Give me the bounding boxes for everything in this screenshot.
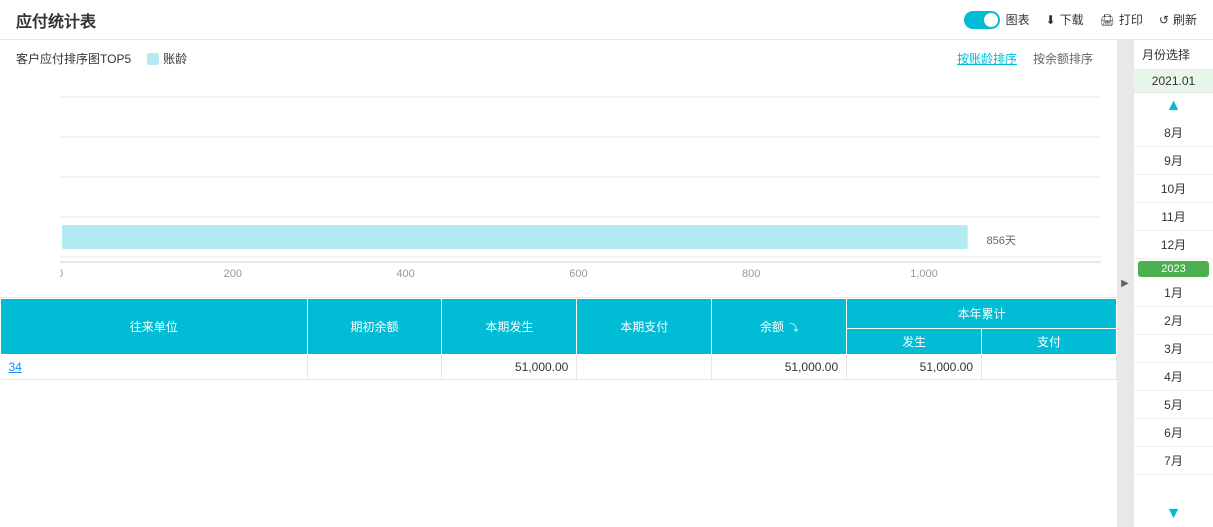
bar-chart-svg: 34 856天 0 200 400 600 800 (60, 77, 1101, 297)
toggle-thumb (984, 13, 998, 27)
month-item-3[interactable]: 3月 (1134, 335, 1213, 363)
month-item-9[interactable]: 9月 (1134, 147, 1213, 175)
svg-text:200: 200 (224, 268, 242, 280)
cell-unit: 34 (1, 355, 308, 380)
sort-by-amount-button[interactable]: 按余额排序 (1025, 48, 1101, 69)
page-title: 应付统计表 (16, 8, 96, 32)
year-label-2023: 2023 (1138, 261, 1209, 277)
legend-dot (147, 53, 159, 65)
sidebar-up-button[interactable]: ▲ (1134, 93, 1213, 119)
chart-label: 图表 (1006, 11, 1030, 28)
table-row: 34 51,000.00 51,000.00 51,000.00 (1, 355, 1117, 380)
bar-rect (62, 225, 968, 249)
download-icon: ⬇ (1046, 13, 1056, 27)
data-table: 往来单位 期初余额 本期发生 本期支付 余额 ⤵ 本年累计 (0, 298, 1117, 380)
chevron-up-icon: ▲ (1166, 97, 1182, 115)
right-sidebar: 月份选择 2021.01 ▲ 8月 9月 10月 11月 12月 2023 1月… (1133, 40, 1213, 527)
svg-text:400: 400 (396, 268, 414, 280)
app-header: 应付统计表 图表 ⬇ 下载 🖨 打印 ↺ 刷新 (0, 0, 1213, 40)
col-opening: 期初余额 (307, 299, 442, 355)
table-body: 34 51,000.00 51,000.00 51,000.00 (1, 355, 1117, 380)
col-occur: 本期发生 (442, 299, 577, 355)
month-item-11[interactable]: 11月 (1134, 203, 1213, 231)
cell-opening (307, 355, 442, 380)
sidebar-current-value[interactable]: 2021.01 (1134, 70, 1213, 93)
print-label: 打印 (1119, 11, 1143, 28)
table-wrapper: 往来单位 期初余额 本期发生 本期支付 余额 ⤵ 本年累计 (0, 298, 1117, 380)
unit-link[interactable]: 34 (9, 360, 22, 374)
cell-occur: 51,000.00 (442, 355, 577, 380)
cell-ytd-pay (982, 355, 1117, 380)
print-button[interactable]: 🖨 打印 (1100, 11, 1143, 28)
expand-icon: ▶ (1121, 278, 1129, 289)
legend-title: 客户应付排序图TOP5 (16, 50, 131, 67)
header-actions: 图表 ⬇ 下载 🖨 打印 ↺ 刷新 (964, 11, 1197, 29)
col-ytd-pay: 支付 (982, 329, 1117, 355)
refresh-icon: ↺ (1159, 13, 1169, 27)
month-item-8[interactable]: 8月 (1134, 119, 1213, 147)
sidebar-title: 月份选择 (1142, 46, 1190, 63)
svg-text:1,000: 1,000 (910, 268, 938, 280)
table-header-row: 往来单位 期初余额 本期发生 本期支付 余额 ⤵ 本年累计 (1, 299, 1117, 329)
sort-by-balance-button[interactable]: 按账龄排序 (949, 48, 1025, 69)
refresh-button[interactable]: ↺ 刷新 (1159, 11, 1197, 28)
month-item-2[interactable]: 2月 (1134, 307, 1213, 335)
col-balance: 余额 ⤵ (712, 299, 847, 355)
chart-toggle[interactable]: 图表 (964, 11, 1030, 29)
sidebar-header: 月份选择 (1134, 40, 1213, 70)
toggle-track[interactable] (964, 11, 1000, 29)
month-item-12[interactable]: 12月 (1134, 231, 1213, 259)
col-unit: 往来单位 (1, 299, 308, 355)
month-item-1[interactable]: 1月 (1134, 279, 1213, 307)
chart-legend: 客户应付排序图TOP5 账龄 (16, 50, 187, 67)
bar-chart-wrapper: 34 856天 0 200 400 600 800 (0, 77, 1117, 297)
col-ytd: 本年累计 (847, 299, 1117, 329)
download-button[interactable]: ⬇ 下载 (1046, 11, 1084, 28)
svg-text:0: 0 (60, 268, 63, 280)
sidebar-down-button[interactable]: ▼ (1134, 501, 1213, 527)
month-item-10[interactable]: 10月 (1134, 175, 1213, 203)
balance-icon: ⤵ (789, 323, 798, 333)
chart-sort-buttons: 按账龄排序 按余额排序 (949, 48, 1101, 69)
chart-header: 客户应付排序图TOP5 账龄 按账龄排序 按余额排序 (0, 40, 1117, 77)
svg-text:600: 600 (569, 268, 587, 280)
cell-pay (577, 355, 712, 380)
month-item-6[interactable]: 6月 (1134, 419, 1213, 447)
sidebar-month-list: 8月 9月 10月 11月 12月 2023 1月 2月 3月 4月 5月 6月… (1134, 119, 1213, 501)
chart-area: 客户应付排序图TOP5 账龄 按账龄排序 按余额排序 (0, 40, 1117, 527)
download-label: 下载 (1060, 11, 1084, 28)
legend-label: 账龄 (163, 50, 187, 67)
chevron-down-icon: ▼ (1166, 505, 1182, 523)
month-item-7[interactable]: 7月 (1134, 447, 1213, 475)
svg-text:800: 800 (742, 268, 760, 280)
sidebar-collapse-button[interactable]: ▶ (1117, 40, 1133, 527)
cell-balance: 51,000.00 (712, 355, 847, 380)
cell-ytd-occur: 51,000.00 (847, 355, 982, 380)
month-item-4[interactable]: 4月 (1134, 363, 1213, 391)
legend-item: 账龄 (147, 50, 187, 67)
col-pay: 本期支付 (577, 299, 712, 355)
refresh-label: 刷新 (1173, 11, 1197, 28)
print-icon: 🖨 (1100, 13, 1115, 27)
table-section: 往来单位 期初余额 本期发生 本期支付 余额 ⤵ 本年累计 (0, 297, 1117, 380)
month-item-5[interactable]: 5月 (1134, 391, 1213, 419)
col-ytd-occur: 发生 (847, 329, 982, 355)
main-content: 客户应付排序图TOP5 账龄 按账龄排序 按余额排序 (0, 40, 1213, 527)
bar-value-label: 856天 (986, 235, 1015, 247)
